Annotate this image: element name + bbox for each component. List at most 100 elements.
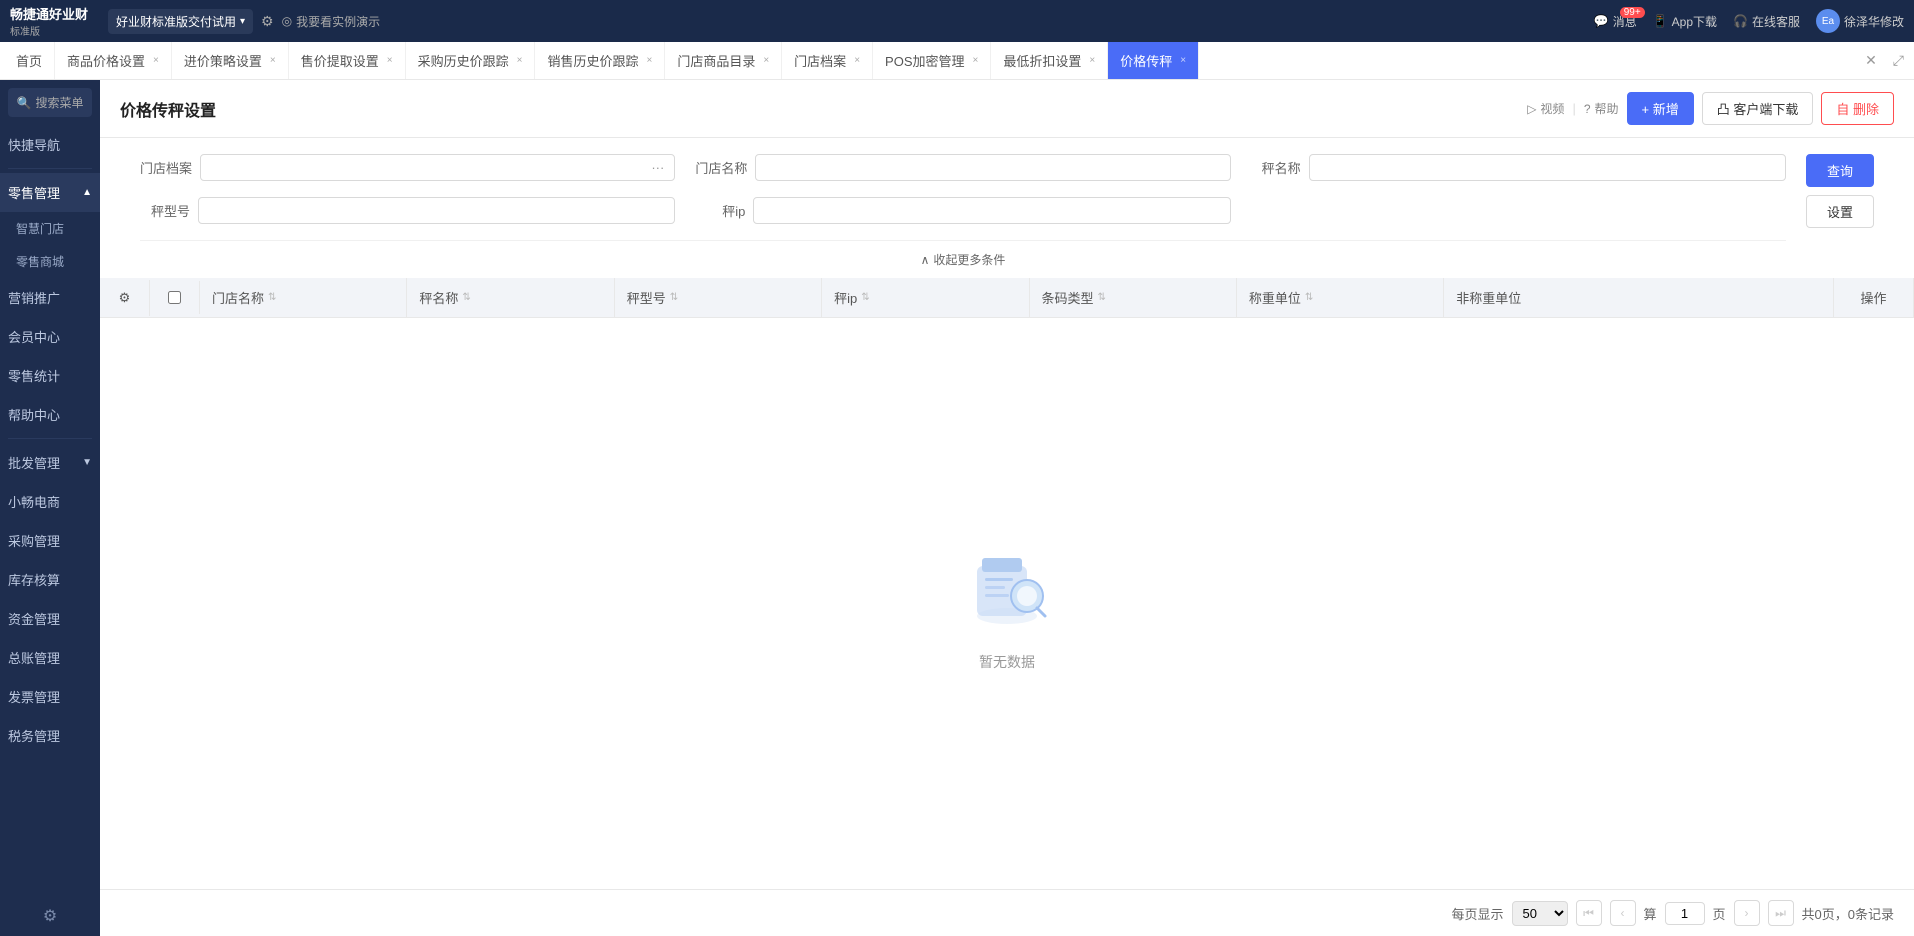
ellipsis-icon[interactable]: ··· xyxy=(651,160,664,175)
per-page-label: 每页显示 xyxy=(1451,904,1503,923)
filter-action-row: ∧ 收起更多条件 xyxy=(140,240,1786,278)
collapse-button[interactable]: ∧ 收起更多条件 xyxy=(921,251,1006,268)
add-button[interactable]: + 新增 xyxy=(1627,92,1694,125)
th-weight-unit: 称重单位 ⇅ xyxy=(1237,278,1444,317)
close-icon[interactable]: × xyxy=(517,55,523,66)
last-page-btn[interactable]: ⏭ xyxy=(1768,900,1794,926)
sidebar-item-retail-stats[interactable]: 零售统计 xyxy=(0,356,100,395)
user-menu[interactable]: Ea 徐泽华修改 xyxy=(1816,9,1904,33)
version-selector[interactable]: 好业财标准版交付试用 ▾ xyxy=(108,9,253,34)
sidebar-item-tax[interactable]: 税务管理 xyxy=(0,716,100,755)
total-info: 共0页，0条记录 xyxy=(1802,904,1894,923)
avatar: Ea xyxy=(1816,9,1840,33)
message-btn[interactable]: 💬 消息 99+ xyxy=(1594,13,1637,30)
sidebar-gear-icon[interactable]: ⚙ xyxy=(43,908,57,925)
sidebar-item-quick-nav[interactable]: 快捷导航 xyxy=(0,125,100,164)
sidebar-item-wholesale[interactable]: 批发管理 ▼ xyxy=(0,443,100,482)
first-page-btn[interactable]: ⏮ xyxy=(1576,900,1602,926)
sidebar-item-general-ledger[interactable]: 总账管理 xyxy=(0,638,100,677)
search-menu-btn[interactable]: 🔍 搜索菜单 xyxy=(8,88,92,117)
sort-icon[interactable]: ⇅ xyxy=(1305,292,1313,303)
close-icon[interactable]: × xyxy=(973,55,979,66)
tab-price-setting[interactable]: 商品价格设置 × xyxy=(55,42,172,80)
tab-bar-actions: ✕ ⤢ xyxy=(1859,48,1910,73)
sidebar-item-fund[interactable]: 资金管理 xyxy=(0,599,100,638)
sidebar-bottom: ⚙ xyxy=(0,896,100,936)
close-icon[interactable]: × xyxy=(1089,55,1095,66)
help-link[interactable]: ? 帮助 xyxy=(1584,100,1619,117)
close-icon[interactable]: × xyxy=(153,55,159,66)
sort-icon[interactable]: ⇅ xyxy=(670,292,678,303)
tab-purchase-history[interactable]: 采购历史价跟踪 × xyxy=(406,42,536,80)
online-service-btn[interactable]: 🎧 在线客服 xyxy=(1733,13,1800,30)
download-button[interactable]: 凸 客户端下载 xyxy=(1702,92,1814,125)
close-icon[interactable]: × xyxy=(646,55,652,66)
sidebar-item-xiaochang[interactable]: 小畅电商 xyxy=(0,482,100,521)
close-icon[interactable]: × xyxy=(1180,55,1186,66)
sidebar-item-invoice[interactable]: 发票管理 xyxy=(0,677,100,716)
tab-purchase-strategy[interactable]: 进价策略设置 × xyxy=(172,42,289,80)
tab-pos-manage[interactable]: POS加密管理 × xyxy=(873,42,991,80)
chevron-down-icon: ▼ xyxy=(82,457,92,468)
th-non-weight: 非称重单位 xyxy=(1444,278,1834,317)
sidebar-item-retail-mall[interactable]: 零售商城 xyxy=(0,245,100,278)
store-name-input[interactable] xyxy=(755,154,1230,181)
scale-name-input[interactable] xyxy=(1309,154,1786,181)
tab-min-discount[interactable]: 最低折扣设置 × xyxy=(991,42,1108,80)
sidebar-item-retail[interactable]: 零售管理 ▲ xyxy=(0,173,100,212)
select-all-checkbox[interactable] xyxy=(168,291,181,304)
scale-type-input[interactable] xyxy=(198,197,675,224)
empty-state: 暂无数据 xyxy=(100,318,1914,889)
store-name-label: 门店名称 xyxy=(695,158,747,177)
filter-scale-name: 秤名称 xyxy=(1251,154,1786,181)
eye-icon: ◎ xyxy=(282,14,292,28)
th-checkbox[interactable] xyxy=(150,281,200,314)
close-icon[interactable]: × xyxy=(763,55,769,66)
demo-link[interactable]: ◎ 我要看实例演示 xyxy=(282,13,381,30)
query-button[interactable]: 查询 xyxy=(1806,154,1874,187)
close-icon[interactable]: × xyxy=(854,55,860,66)
tab-store-catalog[interactable]: 门店商品目录 × xyxy=(665,42,782,80)
filter-row-1: 门店档案 ··· 门店名称 秤名称 xyxy=(140,154,1786,181)
sort-icon[interactable]: ⇅ xyxy=(462,292,470,303)
th-gear[interactable]: ⚙ xyxy=(100,280,150,316)
sidebar-item-smart-store[interactable]: 智慧门店 xyxy=(0,212,100,245)
config-button[interactable]: ⚙ xyxy=(261,13,274,30)
scale-name-label: 秤名称 xyxy=(1251,158,1301,177)
close-icon[interactable]: × xyxy=(270,55,276,66)
filter-row-2: 秤型号 秤ip xyxy=(140,197,1786,224)
filter-area: 门店档案 ··· 门店名称 秤名称 xyxy=(100,138,1914,278)
tab-store-archive[interactable]: 门店档案 × xyxy=(782,42,873,80)
tab-sale-extract[interactable]: 售价提取设置 × xyxy=(289,42,406,80)
sidebar-item-purchase[interactable]: 采购管理 xyxy=(0,521,100,560)
sort-icon[interactable]: ⇅ xyxy=(1098,292,1106,303)
pagination-bar: 每页显示 50 10 20 100 ⏮ ‹ 算 页 › ⏭ 共0页，0条记录 xyxy=(100,889,1914,936)
app-download-btn[interactable]: 📱 App下载 xyxy=(1653,13,1717,30)
sidebar-item-member[interactable]: 会员中心 xyxy=(0,317,100,356)
sidebar-item-help[interactable]: 帮助中心 xyxy=(0,395,100,434)
collapse-icon: ∧ xyxy=(921,253,930,267)
scale-ip-input[interactable] xyxy=(753,197,1230,224)
expand-tab-btn[interactable]: ⤢ xyxy=(1887,48,1910,73)
per-page-select[interactable]: 50 10 20 100 xyxy=(1512,901,1568,926)
delete-button[interactable]: 自 删除 xyxy=(1821,92,1894,125)
tab-price-scale[interactable]: 价格传秤 × xyxy=(1108,42,1199,80)
page-input[interactable] xyxy=(1665,902,1705,925)
sidebar-item-inventory[interactable]: 库存核算 xyxy=(0,560,100,599)
close-tab-btn[interactable]: ✕ xyxy=(1859,48,1883,73)
scale-type-label: 秤型号 xyxy=(140,201,190,220)
prev-page-btn[interactable]: ‹ xyxy=(1610,900,1636,926)
next-page-btn[interactable]: › xyxy=(1734,900,1760,926)
table-area: ⚙ 门店名称 ⇅ 秤名称 ⇅ 秤型号 ⇅ 秤ip ⇅ xyxy=(100,278,1914,889)
store-archive-input[interactable] xyxy=(211,160,651,175)
sidebar-item-marketing[interactable]: 营销推广 xyxy=(0,278,100,317)
close-icon[interactable]: × xyxy=(387,55,393,66)
main-layout: 🔍 搜索菜单 快捷导航 零售管理 ▲ 智慧门店 零售商城 营销推广 会员中心 零… xyxy=(0,80,1914,936)
tab-home[interactable]: 首页 xyxy=(4,42,55,80)
page-actions: ▷ 视频 | ? 帮助 + 新增 凸 客户端下载 自 删除 xyxy=(1527,92,1894,125)
sort-icon[interactable]: ⇅ xyxy=(861,292,869,303)
set-button[interactable]: 设置 xyxy=(1806,195,1874,228)
tab-sale-history[interactable]: 销售历史价跟踪 × xyxy=(535,42,665,80)
video-link[interactable]: ▷ 视频 xyxy=(1527,100,1564,117)
sort-icon[interactable]: ⇅ xyxy=(268,292,276,303)
